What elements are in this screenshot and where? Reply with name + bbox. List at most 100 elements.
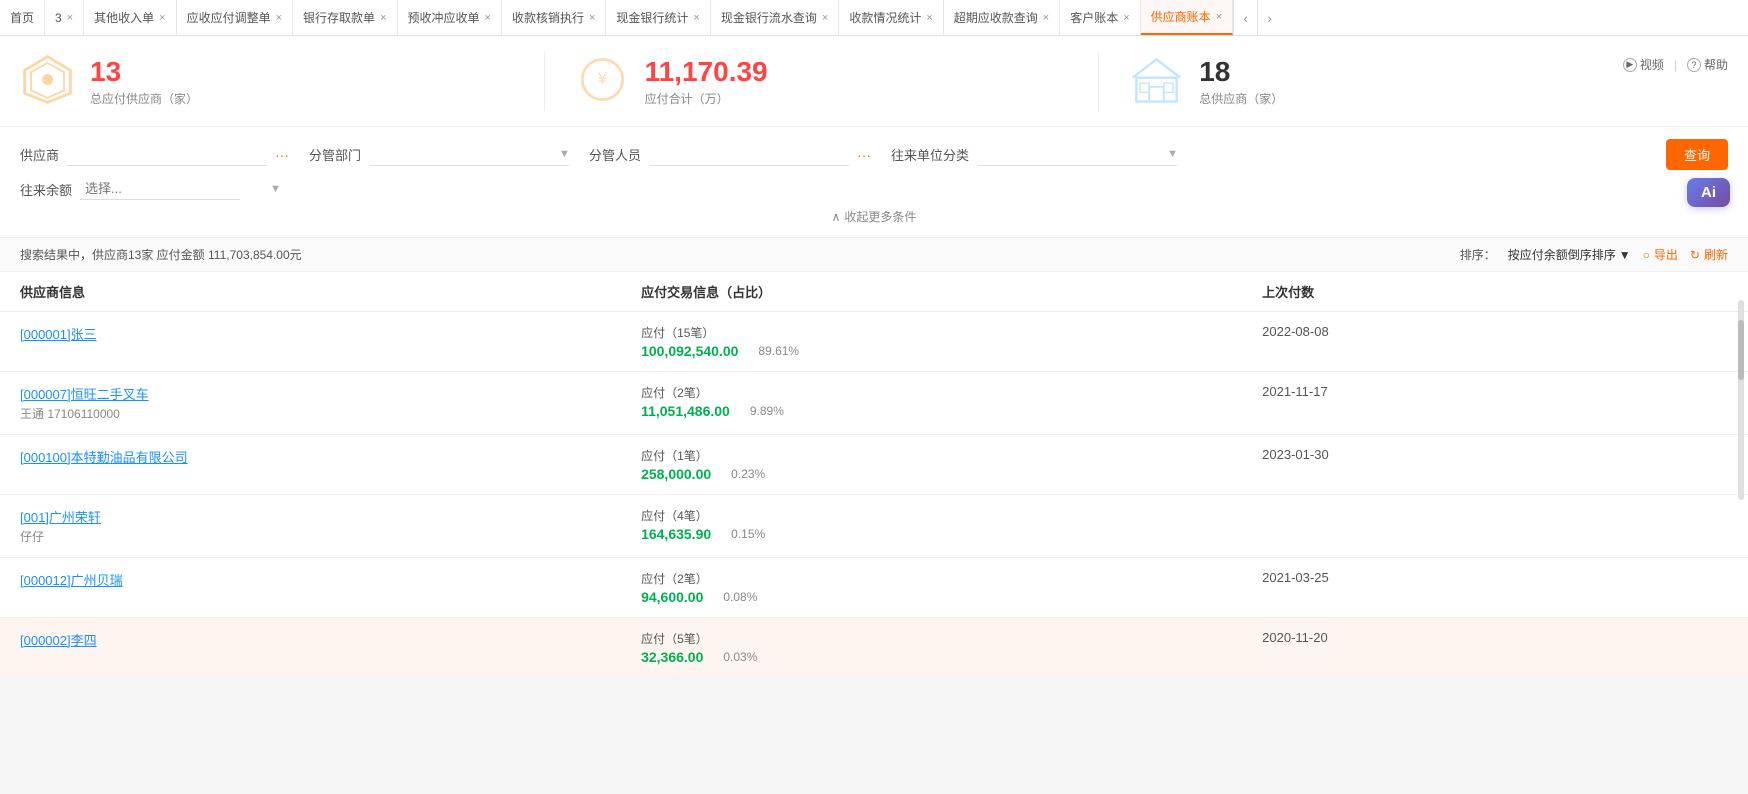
total-ap-suppliers: 13 xyxy=(90,56,198,88)
svg-text:¥: ¥ xyxy=(597,70,608,88)
payable-amount-3[interactable]: 258,000.00 xyxy=(641,466,711,482)
refresh-btn[interactable]: ↻ 刷新 xyxy=(1690,246,1728,263)
nav-tab-other-income[interactable]: 其他收入单 × xyxy=(84,0,176,35)
person-input[interactable] xyxy=(649,144,849,166)
nav-left-arrow[interactable]: ‹ xyxy=(1233,0,1257,35)
total-ap-amount-label: 应付合计（万） xyxy=(645,90,768,107)
close-tab-overdue-collect[interactable]: × xyxy=(1043,12,1049,24)
lastpay-cell-4 xyxy=(1262,507,1728,545)
supplier-link-5[interactable]: [000012]广州贝瑞 xyxy=(20,573,123,588)
balance-filter-label: 往来余额 xyxy=(20,180,72,199)
nav-tab-bank-deposit[interactable]: 银行存取款单 × xyxy=(293,0,397,35)
nav-tab-prepay-collect[interactable]: 预收冲应收单 × xyxy=(398,0,502,35)
payable-amount-4[interactable]: 164,635.90 xyxy=(641,526,711,542)
divider-2 xyxy=(1098,51,1099,111)
search-button[interactable]: 查询 xyxy=(1666,139,1728,170)
close-tab-other-income[interactable]: × xyxy=(159,12,165,24)
nav-tab-ap-adjust[interactable]: 应收应付调整单 × xyxy=(177,0,293,35)
close-tab-cash-bank-stat[interactable]: × xyxy=(693,12,699,24)
close-tab-bank-deposit[interactable]: × xyxy=(380,12,386,24)
balance-select-wrap[interactable]: ▼ xyxy=(80,178,240,200)
lastpay-cell-3: 2023-01-30 xyxy=(1262,447,1728,482)
nav-tab-cash-bank-flow[interactable]: 现金银行流水查询 × xyxy=(711,0,839,35)
summary-card-1: 13 总应付供应商（家） xyxy=(20,52,514,110)
dept-input[interactable] xyxy=(369,144,555,165)
filter-row-1: 供应商 ··· 分管部门 ▼ 分管人员 ··· 往来单位分类 ▼ 查询 xyxy=(20,139,1728,170)
payable-cell-1: 应付（15笔） 100,092,540.00 89.61% xyxy=(641,324,1262,359)
nav-tab-customer-account[interactable]: 客户账本 × xyxy=(1060,0,1140,35)
supplier-link-2[interactable]: [000007]恒旺二手叉车 xyxy=(20,387,149,402)
payable-cell-4: 应付（4笔） 164,635.90 0.15% xyxy=(641,507,1262,545)
supplier-filter-label: 供应商 xyxy=(20,145,59,164)
sort-label: 排序： xyxy=(1460,246,1496,263)
supplier-input[interactable] xyxy=(67,144,267,166)
summary-info-1: 13 总应付供应商（家） xyxy=(90,56,198,107)
dept-select-wrap[interactable]: ▼ xyxy=(369,144,569,166)
summary-icon-1 xyxy=(20,52,75,110)
results-bar-right: 排序： 按应付余额倒序排序 ▼ ○ 导出 ↻ 刷新 xyxy=(1460,246,1728,263)
table-row: [000007]恒旺二手叉车 王通 17106110000 应付（2笔） 11,… xyxy=(0,372,1748,435)
supplier-link-6[interactable]: [000002]李四 xyxy=(20,633,97,648)
scrollbar[interactable] xyxy=(1738,300,1744,500)
close-tab-collect-stat[interactable]: × xyxy=(926,12,932,24)
supplier-dots-icon[interactable]: ··· xyxy=(275,147,289,163)
balance-input[interactable] xyxy=(80,178,266,199)
payable-amount-1[interactable]: 100,092,540.00 xyxy=(641,343,738,359)
help-circle-icon: ? xyxy=(1687,58,1701,72)
col-header-payable: 应付交易信息（占比） xyxy=(641,282,1262,301)
category-select-wrap[interactable]: ▼ xyxy=(977,144,1177,166)
close-tab-prepay-collect[interactable]: × xyxy=(485,12,491,24)
category-dropdown-icon: ▼ xyxy=(1163,148,1182,160)
ai-button[interactable]: Ai xyxy=(1687,178,1730,207)
summary-card-3: 18 总供应商（家） xyxy=(1129,52,1623,110)
nav-tab-receipt-verify[interactable]: 收款核销执行 × xyxy=(502,0,606,35)
total-suppliers-label: 总供应商（家） xyxy=(1199,90,1283,107)
payable-amount-5[interactable]: 94,600.00 xyxy=(641,589,703,605)
nav-tab-overdue-collect[interactable]: 超期应收款查询 × xyxy=(944,0,1060,35)
nav-tab-cash-bank-stat[interactable]: 现金银行统计 × xyxy=(606,0,710,35)
nav-tab-supplier-account[interactable]: 供应商账本 × xyxy=(1141,0,1233,35)
close-tab-ap-adjust[interactable]: × xyxy=(276,12,282,24)
lastpay-cell-2: 2021-11-17 xyxy=(1262,384,1728,422)
video-circle-icon: ▶ xyxy=(1623,58,1637,72)
table-header: 供应商信息 应付交易信息（占比） 上次付数 xyxy=(0,272,1748,312)
export-icon: ○ xyxy=(1643,248,1650,262)
nav-right-arrow[interactable]: › xyxy=(1257,0,1281,35)
payable-amount-2[interactable]: 11,051,486.00 xyxy=(641,403,730,419)
close-tab-3[interactable]: × xyxy=(67,12,73,24)
lastpay-cell-6: 2020-11-20 xyxy=(1262,630,1728,665)
filter-item-category: 往来单位分类 ▼ xyxy=(891,144,1177,166)
supplier-link-4[interactable]: [001]广州荣轩 xyxy=(20,510,101,525)
refresh-icon: ↻ xyxy=(1690,248,1700,262)
total-suppliers: 18 xyxy=(1199,56,1283,88)
nav-tab-3[interactable]: 3 × xyxy=(45,0,84,35)
help-link[interactable]: ? 帮助 xyxy=(1687,56,1728,73)
close-tab-customer-account[interactable]: × xyxy=(1123,12,1129,24)
total-ap-amount: 11,170.39 xyxy=(645,56,768,88)
dept-filter-label: 分管部门 xyxy=(309,145,361,164)
nav-tab-collect-stat[interactable]: 收款情况统计 × xyxy=(839,0,943,35)
video-link[interactable]: ▶ 视频 xyxy=(1623,56,1664,73)
close-tab-receipt-verify[interactable]: × xyxy=(589,12,595,24)
person-dots-icon[interactable]: ··· xyxy=(857,147,871,163)
scroll-thumb[interactable] xyxy=(1738,320,1744,380)
supplier-link-3[interactable]: [000100]本特勤油品有限公司 xyxy=(20,450,188,465)
payable-cell-2: 应付（2笔） 11,051,486.00 9.89% xyxy=(641,384,1262,422)
supplier-link-1[interactable]: [000001]张三 xyxy=(20,327,97,342)
supplier-cell-3: [000100]本特勤油品有限公司 xyxy=(20,447,641,482)
category-input[interactable] xyxy=(977,144,1163,165)
payable-amount-6[interactable]: 32,366.00 xyxy=(641,649,703,665)
collapse-filter-btn[interactable]: ∧ 收起更多条件 xyxy=(832,208,917,225)
main-table: 供应商信息 应付交易信息（占比） 上次付数 [000001]张三 应付（15笔）… xyxy=(0,272,1748,677)
sort-value[interactable]: 按应付余额倒序排序 ▼ xyxy=(1508,246,1631,263)
close-tab-cash-bank-flow[interactable]: × xyxy=(822,12,828,24)
filter-area: 供应商 ··· 分管部门 ▼ 分管人员 ··· 往来单位分类 ▼ 查询 xyxy=(0,127,1748,238)
col-header-lastpay: 上次付数 xyxy=(1262,282,1728,301)
close-tab-supplier-account[interactable]: × xyxy=(1216,11,1222,23)
export-btn[interactable]: ○ 导出 xyxy=(1643,246,1678,263)
nav-tab-home[interactable]: 首页 xyxy=(0,0,45,35)
summary-area: 13 总应付供应商（家） ¥ 11,170.39 应付合计（万） xyxy=(0,36,1748,127)
table-row: [000002]李四 应付（5笔） 32,366.00 0.03% 2020-1… xyxy=(0,618,1748,677)
table-row: [000100]本特勤油品有限公司 应付（1笔） 258,000.00 0.23… xyxy=(0,435,1748,495)
results-bar: 搜索结果中，供应商13家 应付金额 111,703,854.00元 排序： 按应… xyxy=(0,238,1748,272)
